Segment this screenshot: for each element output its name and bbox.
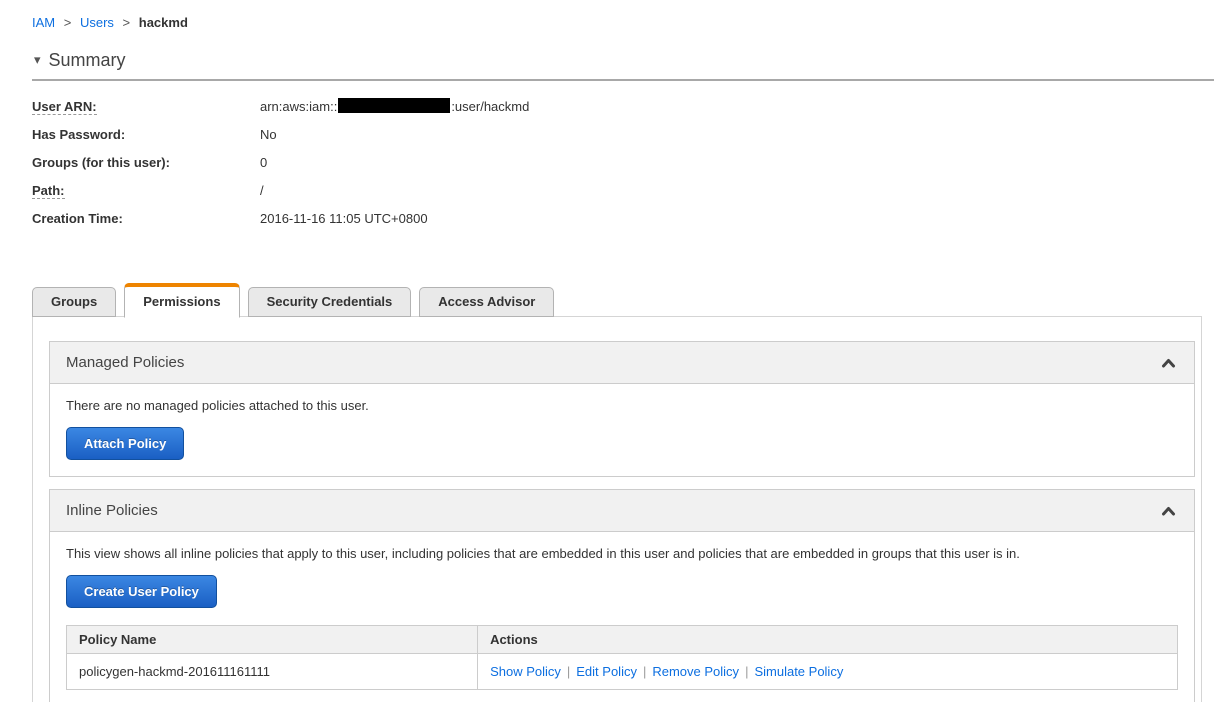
managed-policies-section: Managed Policies There are no managed po… [49,341,1195,477]
breadcrumb-link-iam[interactable]: IAM [32,15,55,30]
action-separator: | [642,664,647,679]
summary-section-header[interactable]: ▾ Summary [34,50,1214,71]
policy-name-column-header: Policy Name [65,625,479,654]
chevron-up-icon[interactable] [1159,356,1178,370]
field-row-groups: Groups (for this user): 0 [32,149,1214,177]
chevron-up-icon[interactable] [1159,504,1178,518]
tab-access-advisor[interactable]: Access Advisor [419,287,555,317]
managed-policies-body: There are no managed policies attached t… [50,384,1194,476]
field-row-has-password: Has Password: No [32,121,1214,149]
inline-policies-title: Inline Policies [66,502,158,519]
user-arn-value: arn:aws:iam:::user/hackmd [260,98,530,114]
inline-policies-description: This view shows all inline policies that… [66,546,1020,561]
action-separator: | [745,664,749,679]
collapse-triangle-icon[interactable]: ▾ [34,52,41,67]
tab-groups[interactable]: Groups [32,287,117,317]
table-header-row: Policy Name Actions [65,625,1178,654]
edit-policy-link[interactable]: Edit Policy [576,664,637,679]
has-password-label: Has Password: [32,127,126,142]
action-separator: | [566,664,571,679]
tab-security-credentials[interactable]: Security Credentials [247,287,412,317]
simulate-policy-link[interactable]: Simulate Policy [754,664,843,679]
path-label: Path: [32,183,65,199]
has-password-value: No [260,127,277,142]
breadcrumb-separator: > [63,15,72,30]
groups-count-value: 0 [260,155,268,170]
user-arn-label: User ARN: [32,99,97,115]
field-row-user-arn: User ARN: arn:aws:iam:::user/hackmd [32,93,1214,121]
field-row-creation-time: Creation Time: 2016-11-16 11:05 UTC+0800 [32,205,1214,233]
inline-policies-table: Policy Name Actions policygen-hackmd-201… [65,625,1178,690]
create-user-policy-button[interactable]: Create User Policy [66,575,217,608]
actions-column-header: Actions [477,625,1178,654]
breadcrumb-separator: > [122,15,131,30]
managed-policies-empty-text: There are no managed policies attached t… [66,398,369,413]
tab-bar: Groups Permissions Security Credentials … [32,283,1214,318]
groups-count-label: Groups (for this user): [32,155,170,170]
summary-title: Summary [48,50,126,70]
breadcrumb-link-users[interactable]: Users [80,15,114,30]
managed-policies-header[interactable]: Managed Policies [50,342,1194,384]
inline-policies-header[interactable]: Inline Policies [50,490,1194,532]
creation-time-label: Creation Time: [32,211,123,226]
inline-policies-body: This view shows all inline policies that… [50,532,1194,702]
path-value: / [260,183,264,198]
breadcrumb-current-user: hackmd [138,15,188,30]
managed-policies-title: Managed Policies [66,354,185,371]
redaction-box [338,98,451,113]
remove-policy-link[interactable]: Remove Policy [652,664,739,679]
tab-panel-permissions: Managed Policies There are no managed po… [32,316,1202,702]
attach-policy-button[interactable]: Attach Policy [66,427,185,460]
tab-permissions[interactable]: Permissions [124,283,240,318]
summary-fields: User ARN: arn:aws:iam:::user/hackmd Has … [32,93,1214,233]
breadcrumb: IAM > Users > hackmd [32,15,1214,30]
table-row: policygen-hackmd-201611161111 Show Polic… [65,653,1178,690]
inline-policies-section: Inline Policies This view shows all inli… [49,489,1195,702]
show-policy-link[interactable]: Show Policy [490,664,561,679]
actions-cell: Show Policy | Edit Policy | Remove Policy | Si… [477,653,1178,690]
policy-name-cell: policygen-hackmd-201611161111 [65,653,479,690]
creation-time-value: 2016-11-16 11:05 UTC+0800 [260,211,428,226]
field-row-path: Path: / [32,177,1214,205]
summary-divider [32,79,1214,81]
